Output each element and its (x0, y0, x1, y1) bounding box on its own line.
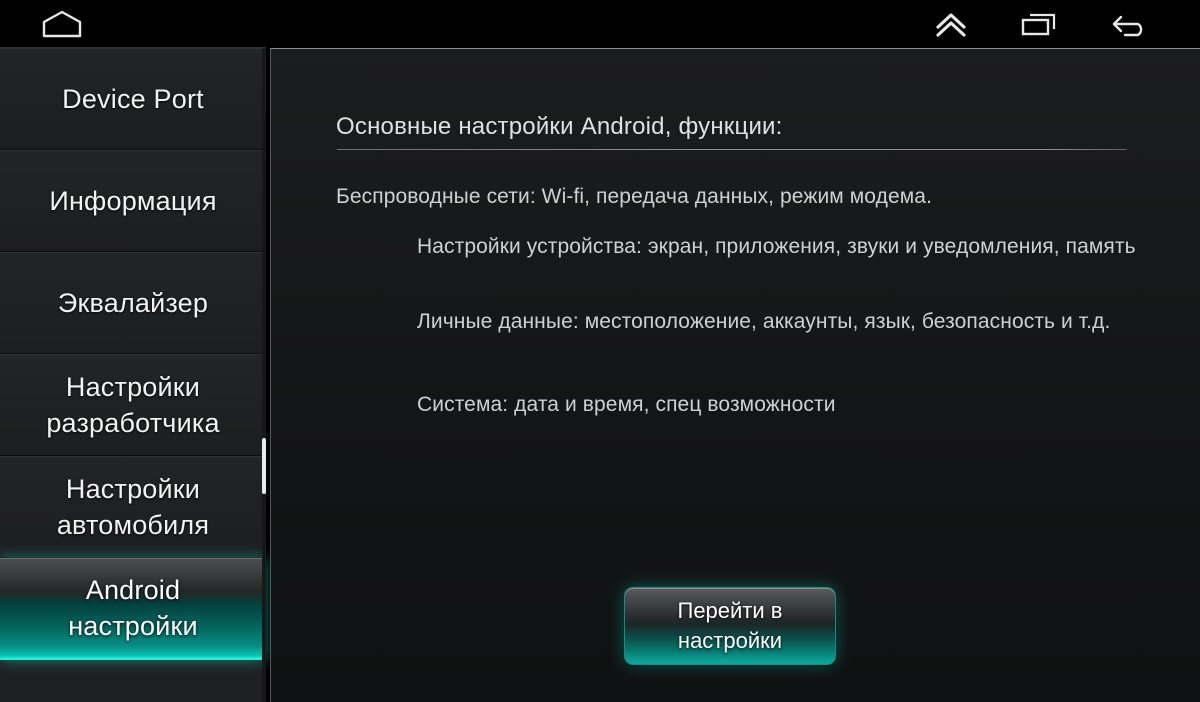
title-divider (337, 149, 1127, 150)
system-navigation-bar (0, 0, 1200, 47)
info-paragraph-personal: Личные данные: местоположение, аккаунты,… (417, 310, 1111, 333)
chevron-double-up-icon (933, 8, 969, 40)
sidebar-item-information[interactable]: Информация (0, 150, 266, 252)
go-to-settings-label-line1: Перейти в (677, 598, 783, 623)
sidebar-item-label: Информация (49, 185, 217, 216)
recent-apps-button[interactable] (1008, 0, 1070, 47)
go-to-settings-label-line2: настройки (677, 628, 783, 653)
back-arrow-icon (1111, 9, 1151, 39)
sidebar-item-car-settings[interactable]: Настройки автомобиля (0, 456, 266, 558)
back-button[interactable] (1100, 0, 1162, 47)
sidebar-item-equalizer[interactable]: Эквалайзер (0, 252, 266, 354)
sidebar-item-label: Настройки разработчика (46, 371, 220, 438)
sidebar-item-label: Android настройки (68, 575, 198, 641)
sidebar-scrollbar[interactable] (262, 48, 266, 702)
sidebar-scrollbar-thumb[interactable] (262, 438, 266, 494)
sidebar-item-device-port[interactable]: Device Port (0, 48, 266, 150)
go-to-settings-button[interactable]: Перейти в настройки (624, 587, 836, 665)
info-paragraph-wireless: Беспроводные сети: Wi-fi, передача данны… (336, 185, 933, 208)
content-panel: Основные настройки Android, функции: Бес… (270, 48, 1200, 702)
sidebar-item-label: Настройки автомобиля (56, 473, 210, 540)
sidebar-item-label: Эквалайзер (57, 287, 209, 318)
page-title: Основные настройки Android, функции: (336, 113, 783, 140)
sidebar-item-label: Device Port (62, 83, 204, 114)
android-settings-screen: Device Port Информация Эквалайзер Настро… (0, 0, 1200, 702)
expand-panel-button[interactable] (920, 0, 982, 47)
info-paragraph-device: Настройки устройства: экран, приложения,… (417, 235, 1136, 258)
info-paragraph-system: Система: дата и время, спец возможности (417, 393, 836, 416)
sidebar-item-android-settings[interactable]: Android настройки (0, 558, 266, 660)
home-button[interactable] (28, 0, 96, 47)
sidebar-item-developer-settings[interactable]: Настройки разработчика (0, 354, 266, 456)
home-icon (40, 9, 84, 39)
recent-apps-icon (1019, 9, 1059, 39)
settings-sidebar[interactable]: Device Port Информация Эквалайзер Настро… (0, 47, 266, 702)
